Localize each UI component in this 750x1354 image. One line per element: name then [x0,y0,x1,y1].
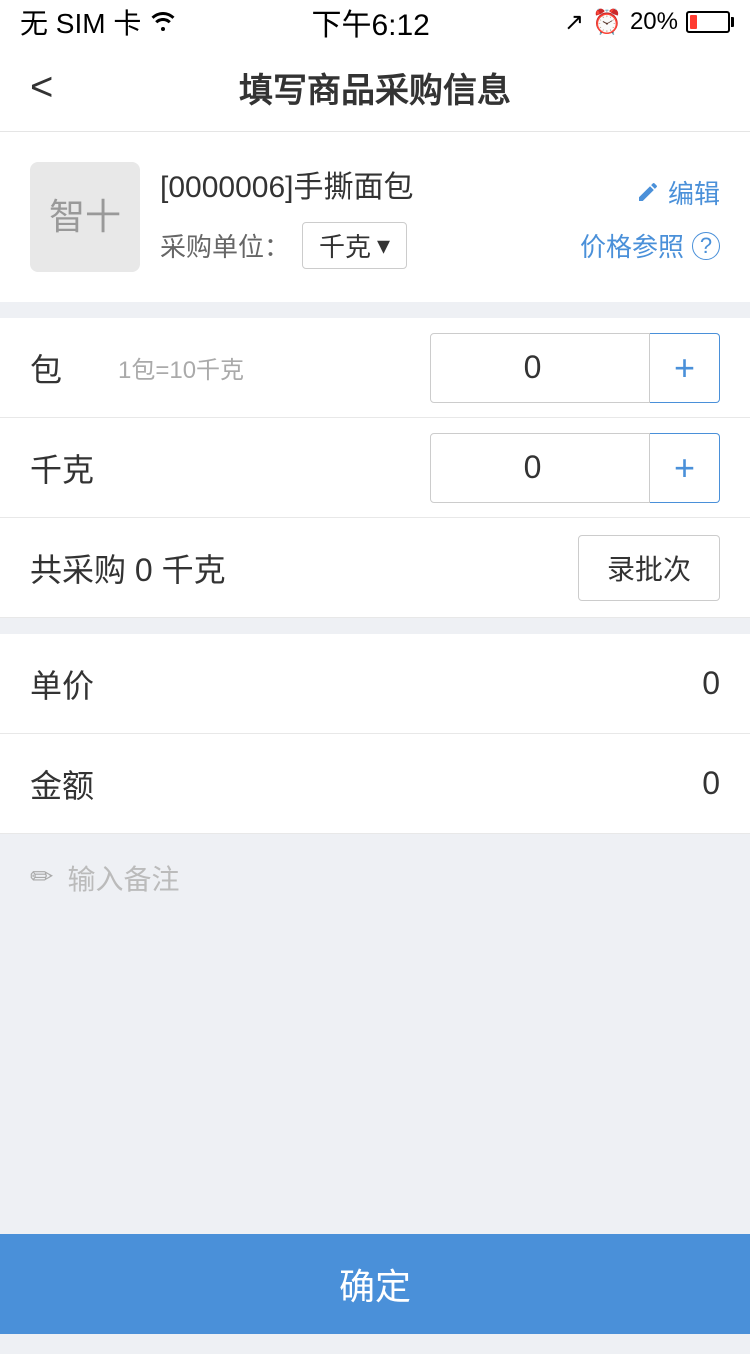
back-button[interactable]: < [30,65,90,110]
confirm-button[interactable]: 确定 [0,1234,750,1334]
summary-row: 共采购 0 千克 录批次 [0,518,750,618]
notes-area[interactable]: ✏ 输入备注 [0,834,750,954]
product-card: 智十 [0000006]手撕面包 编辑 采购单位： 千克 ▾ 价格参照 ? [0,132,750,302]
product-info: [0000006]手撕面包 编辑 采购单位： 千克 ▾ 价格参照 ? [160,162,720,269]
battery-fill [690,15,697,29]
location-icon: ↗ [564,8,584,37]
alarm-icon: ⏰ [592,8,622,37]
bag-input[interactable] [430,333,650,403]
status-time: 下午6:12 [311,0,429,44]
unit-selector[interactable]: 千克 ▾ [302,222,407,269]
product-logo: 智十 [49,199,121,235]
chevron-down-icon: ▾ [377,230,390,261]
quantity-row-kg: 千克 + [0,418,750,518]
amount-label: 金额 [30,761,94,807]
status-left: 无 SIM 卡 [20,2,177,42]
status-right: ↗ ⏰ 20% [564,8,730,37]
summary-text: 共采购 0 千克 [30,545,226,591]
help-icon: ? [692,232,720,260]
bag-label: 包 [30,345,110,391]
product-image: 智十 [30,162,140,272]
kg-input[interactable] [430,433,650,503]
product-unit-row: 采购单位： 千克 ▾ 价格参照 ? [160,222,720,269]
kg-label: 千克 [30,445,110,491]
edit-button[interactable]: 编辑 [636,174,720,211]
unit-price-row: 单价 0 [0,634,750,734]
divider-2 [0,618,750,634]
amount-value: 0 [702,765,720,802]
wifi-icon [149,6,177,38]
battery-percent: 20% [630,8,678,36]
divider-1 [0,302,750,318]
battery-icon [686,11,730,33]
pencil-icon: ✏ [30,860,53,893]
unit-label: 采购单位： [160,227,290,264]
bag-input-wrap: + [430,333,720,403]
product-name: [0000006]手撕面包 [160,162,413,206]
kg-plus-button[interactable]: + [650,433,720,503]
status-bar: 无 SIM 卡 下午6:12 ↗ ⏰ 20% [0,0,750,44]
unit-price-value: 0 [702,665,720,702]
kg-input-wrap: + [430,433,720,503]
price-ref-button[interactable]: 价格参照 ? [580,227,720,264]
nav-bar: < 填写商品采购信息 [0,44,750,132]
record-batch-button[interactable]: 录批次 [578,535,720,601]
page-title: 填写商品采购信息 [239,63,511,112]
no-sim-text: 无 SIM 卡 [20,2,141,42]
bag-sublabel: 1包=10千克 [118,350,244,385]
amount-row: 金额 0 [0,734,750,834]
bag-plus-button[interactable]: + [650,333,720,403]
quantity-row-bag: 包 1包=10千克 + [0,318,750,418]
unit-price-label: 单价 [30,661,94,707]
notes-placeholder: 输入备注 [67,858,179,898]
